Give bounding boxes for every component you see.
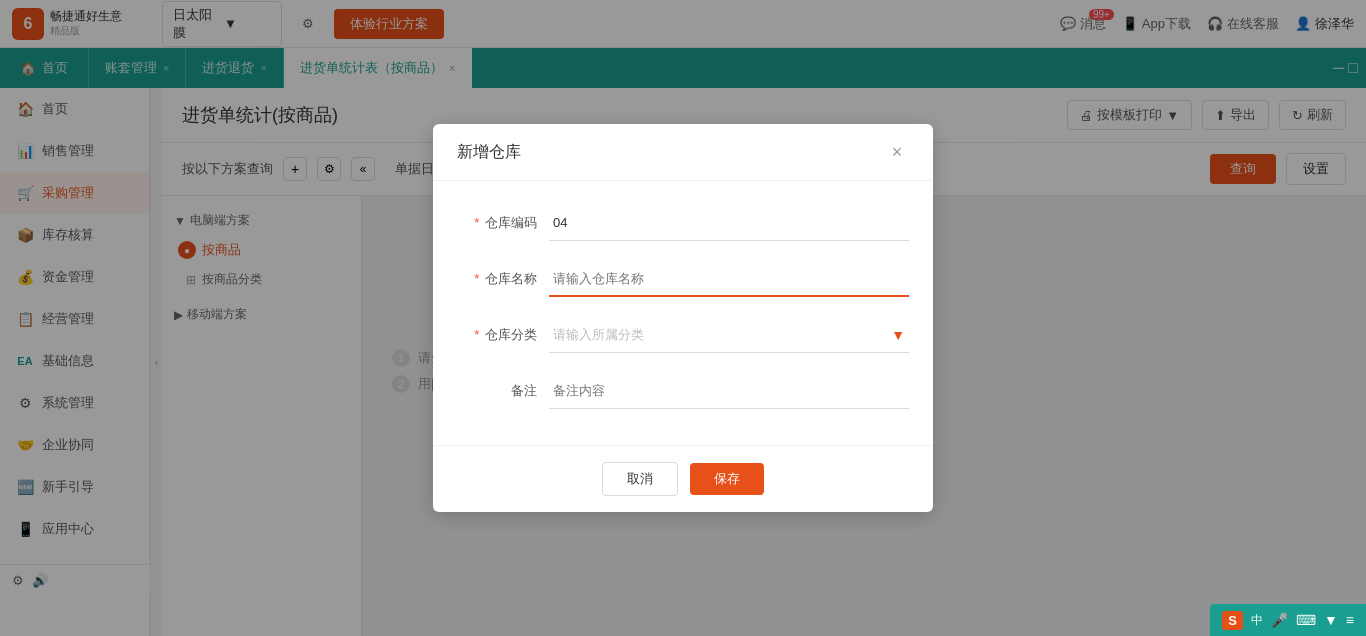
name-input[interactable] bbox=[549, 261, 909, 297]
category-required: * bbox=[474, 327, 479, 342]
brand-s-icon: S bbox=[1222, 611, 1243, 630]
name-required: * bbox=[474, 271, 479, 286]
menu-bottom-icon[interactable]: ≡ bbox=[1346, 612, 1354, 628]
dialog-close-btn[interactable]: × bbox=[885, 140, 909, 164]
dialog-overlay[interactable]: 新增仓库 × * 仓库编码 * 仓库名称 bbox=[0, 0, 1366, 636]
settings-bottom-icon[interactable]: ▼ bbox=[1324, 612, 1338, 628]
code-label-text: 仓库编码 bbox=[485, 215, 537, 230]
remark-label: 备注 bbox=[457, 382, 537, 400]
form-row-remark: 备注 bbox=[457, 373, 909, 409]
dialog-footer: 取消 保存 bbox=[433, 445, 933, 512]
category-label-text: 仓库分类 bbox=[485, 327, 537, 342]
dialog-body: * 仓库编码 * 仓库名称 * 仓库分类 请输入所属 bbox=[433, 181, 933, 445]
name-label-text: 仓库名称 bbox=[485, 271, 537, 286]
category-dropdown-icon: ▼ bbox=[891, 327, 905, 343]
form-row-name: * 仓库名称 bbox=[457, 261, 909, 297]
cancel-button[interactable]: 取消 bbox=[602, 462, 678, 496]
remark-input[interactable] bbox=[549, 373, 909, 409]
mic-icon[interactable]: 🎤 bbox=[1271, 612, 1288, 628]
code-label: * 仓库编码 bbox=[457, 214, 537, 232]
dialog-header: 新增仓库 × bbox=[433, 124, 933, 181]
keyboard-icon[interactable]: ⌨ bbox=[1296, 612, 1316, 628]
code-required: * bbox=[474, 215, 479, 230]
new-warehouse-dialog: 新增仓库 × * 仓库编码 * 仓库名称 bbox=[433, 124, 933, 512]
remark-label-text: 备注 bbox=[511, 383, 537, 398]
dialog-title: 新增仓库 bbox=[457, 142, 521, 163]
category-select[interactable]: 请输入所属分类 ▼ bbox=[549, 317, 909, 353]
zh-label: 中 bbox=[1251, 612, 1263, 629]
bottom-right-bar: S 中 🎤 ⌨ ▼ ≡ bbox=[1210, 604, 1366, 636]
save-button[interactable]: 保存 bbox=[690, 463, 764, 495]
form-row-code: * 仓库编码 bbox=[457, 205, 909, 241]
code-input[interactable] bbox=[549, 205, 909, 241]
category-placeholder: 请输入所属分类 bbox=[553, 326, 644, 344]
name-label: * 仓库名称 bbox=[457, 270, 537, 288]
form-row-category: * 仓库分类 请输入所属分类 ▼ bbox=[457, 317, 909, 353]
category-label: * 仓库分类 bbox=[457, 326, 537, 344]
